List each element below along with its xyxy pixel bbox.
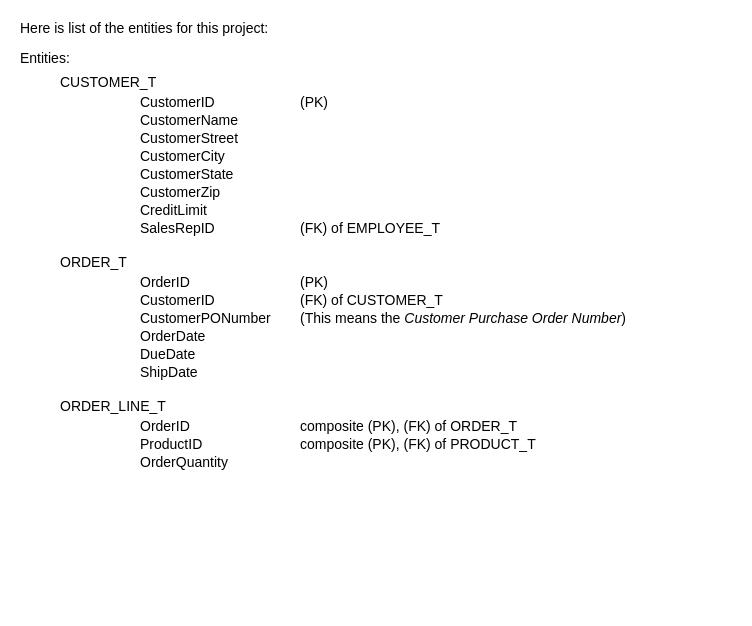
field-meta: (FK) of EMPLOYEE_T xyxy=(300,220,440,236)
field-name: CreditLimit xyxy=(140,202,300,218)
field-name: CustomerState xyxy=(140,166,300,182)
field-list: CustomerID(PK)CustomerNameCustomerStreet… xyxy=(140,94,732,236)
entity-block: CUSTOMER_TCustomerID(PK)CustomerNameCust… xyxy=(20,74,732,236)
field-meta: composite (PK), (FK) of ORDER_T xyxy=(300,418,517,434)
field-list: OrderID(PK)CustomerID(FK) of CUSTOMER_TC… xyxy=(140,274,732,380)
field-name: CustomerPONumber xyxy=(140,310,300,326)
field-name: CustomerName xyxy=(140,112,300,128)
entity-name: ORDER_T xyxy=(60,254,732,270)
field-name: CustomerCity xyxy=(140,148,300,164)
intro-text: Here is list of the entities for this pr… xyxy=(20,20,732,36)
field-name: OrderID xyxy=(140,274,300,290)
field-row: OrderDate xyxy=(140,328,732,344)
field-row: CustomerPONumber(This means the Customer… xyxy=(140,310,732,326)
field-meta: (FK) of CUSTOMER_T xyxy=(300,292,443,308)
entities-label: Entities: xyxy=(20,50,732,66)
field-list: OrderIDcomposite (PK), (FK) of ORDER_TPr… xyxy=(140,418,732,470)
field-name: OrderID xyxy=(140,418,300,434)
field-name: CustomerStreet xyxy=(140,130,300,146)
field-name: OrderDate xyxy=(140,328,300,344)
field-row: SalesRepID(FK) of EMPLOYEE_T xyxy=(140,220,732,236)
field-name: ProductID xyxy=(140,436,300,452)
field-row: CustomerState xyxy=(140,166,732,182)
field-name: SalesRepID xyxy=(140,220,300,236)
field-row: OrderIDcomposite (PK), (FK) of ORDER_T xyxy=(140,418,732,434)
field-meta: (PK) xyxy=(300,274,328,290)
field-row: OrderQuantity xyxy=(140,454,732,470)
field-row: ProductIDcomposite (PK), (FK) of PRODUCT… xyxy=(140,436,732,452)
entity-block: ORDER_TOrderID(PK)CustomerID(FK) of CUST… xyxy=(20,254,732,380)
field-meta-after: ) xyxy=(621,310,626,326)
field-row: OrderID(PK) xyxy=(140,274,732,290)
field-row: DueDate xyxy=(140,346,732,362)
field-row: CustomerCity xyxy=(140,148,732,164)
field-row: CustomerName xyxy=(140,112,732,128)
field-row: CustomerID(FK) of CUSTOMER_T xyxy=(140,292,732,308)
entities-container: CUSTOMER_TCustomerID(PK)CustomerNameCust… xyxy=(20,74,732,470)
field-row: CreditLimit xyxy=(140,202,732,218)
field-row: ShipDate xyxy=(140,364,732,380)
field-name: CustomerID xyxy=(140,94,300,110)
field-meta: (This means the Customer Purchase Order … xyxy=(300,310,626,326)
entity-block: ORDER_LINE_T OrderIDcomposite (PK), (FK) … xyxy=(20,398,732,470)
field-name: ShipDate xyxy=(140,364,300,380)
field-name: DueDate xyxy=(140,346,300,362)
field-meta-italic: Customer Purchase Order Number xyxy=(404,310,621,326)
entity-name: ORDER_LINE_T xyxy=(60,398,732,414)
field-row: CustomerID(PK) xyxy=(140,94,732,110)
field-row: CustomerZip xyxy=(140,184,732,200)
field-name: CustomerZip xyxy=(140,184,300,200)
field-name: CustomerID xyxy=(140,292,300,308)
entity-name: CUSTOMER_T xyxy=(60,74,732,90)
field-row: CustomerStreet xyxy=(140,130,732,146)
field-name: OrderQuantity xyxy=(140,454,300,470)
field-meta: (PK) xyxy=(300,94,328,110)
field-meta: composite (PK), (FK) of PRODUCT_T xyxy=(300,436,536,452)
